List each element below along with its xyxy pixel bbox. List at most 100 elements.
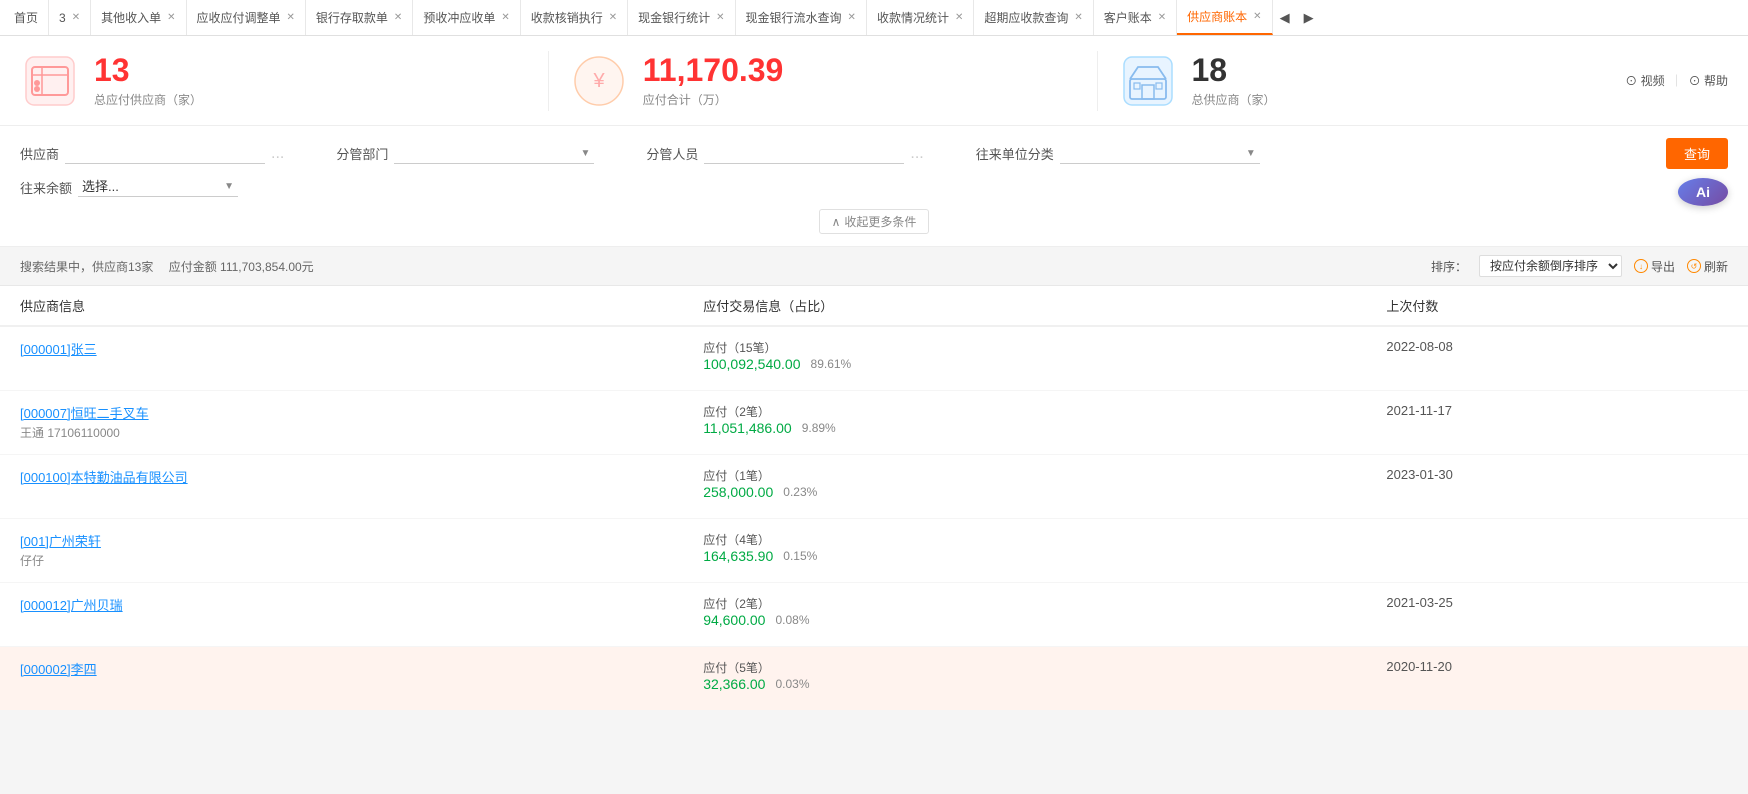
table-row: [000012]广州贝瑞 应付（2笔） 94,600.00 0.08% 2021…	[0, 583, 1748, 647]
nav-tab-bank[interactable]: 银行存取款单 ✕	[306, 0, 413, 35]
nav-tab-cash-flow[interactable]: 现金银行流水查询 ✕	[736, 0, 867, 35]
tx-label-1: 应付（2笔）	[703, 403, 1386, 420]
close-icon[interactable]: ✕	[716, 12, 724, 23]
tx-amount-2[interactable]: 258,000.00	[703, 484, 773, 500]
nav-tab-collection-stat[interactable]: 收款情况统计 ✕	[867, 0, 974, 35]
tx-info-2: 应付（1笔） 258,000.00 0.23%	[703, 467, 1386, 500]
supplier-link-1[interactable]: [000007]恒旺二手叉车	[20, 403, 703, 422]
close-icon[interactable]: ✕	[287, 12, 295, 23]
supplier-dots[interactable]: ...	[271, 145, 284, 163]
ai-badge[interactable]: Ai	[1678, 178, 1728, 206]
col-transaction: 应付交易信息（占比）	[703, 296, 1386, 315]
payable-icon	[20, 51, 80, 111]
nav-tab-prepay[interactable]: 预收冲应收单 ✕	[413, 0, 520, 35]
summary-card-total-suppliers: 18 总供应商（家）	[1118, 51, 1626, 111]
tx-info-1: 应付（2笔） 11,051,486.00 9.89%	[703, 403, 1386, 436]
query-button[interactable]: 查询	[1666, 138, 1728, 169]
refresh-icon: ↺	[1687, 259, 1701, 273]
tx-percent-0: 89.61%	[811, 357, 852, 371]
category-select[interactable]	[1064, 146, 1242, 161]
tx-amount-0[interactable]: 100,092,540.00	[703, 356, 800, 372]
last-pay-2: 2023-01-30	[1386, 467, 1728, 482]
table-row: [000001]张三 应付（15笔） 100,092,540.00 89.61%…	[0, 327, 1748, 391]
nav-tab-other-income[interactable]: 其他收入单 ✕	[91, 0, 186, 35]
tx-percent-2: 0.23%	[783, 485, 817, 499]
divider-1	[548, 51, 549, 111]
filter-row-1: 供应商 ... 分管部门 ▼ 分管人员 ...	[20, 138, 1728, 169]
nav-next-arrow[interactable]: ▶	[1297, 0, 1321, 35]
total-suppliers-count: 18	[1192, 53, 1276, 88]
supplier-input[interactable]	[65, 144, 265, 164]
results-suppliers: 搜索结果中，供应商13家	[20, 260, 153, 274]
dept-chevron-icon: ▼	[580, 148, 590, 159]
nav-tab-adjustment[interactable]: 应收应付调整单 ✕	[187, 0, 306, 35]
nav-tab-cash-bank-stat[interactable]: 现金银行统计 ✕	[628, 0, 735, 35]
table-row: [000002]李四 应付（5笔） 32,366.00 0.03% 2020-1…	[0, 647, 1748, 711]
sort-select[interactable]: 按应付余额倒序排序	[1479, 255, 1622, 277]
tx-info-5: 应付（5笔） 32,366.00 0.03%	[703, 659, 1386, 692]
tx-label-0: 应付（15笔）	[703, 339, 1386, 356]
balance-select[interactable]: 选择...	[82, 179, 220, 194]
help-link[interactable]: ⊙ 帮助	[1689, 72, 1728, 89]
divider-2	[1097, 51, 1098, 111]
tx-amount-4[interactable]: 94,600.00	[703, 612, 765, 628]
close-icon[interactable]: ✕	[1253, 11, 1261, 22]
supplier-link-0[interactable]: [000001]张三	[20, 339, 703, 358]
data-table: 供应商信息 应付交易信息（占比） 上次付数 [000001]张三 应付（15笔）…	[0, 286, 1748, 711]
tx-label-5: 应付（5笔）	[703, 659, 1386, 676]
col-last-pay: 上次付数	[1386, 296, 1728, 315]
tx-percent-3: 0.15%	[783, 549, 817, 563]
top-navigation: 首页 3 ✕ 其他收入单 ✕ 应收应付调整单 ✕ 银行存取款单 ✕ 预收冲应收单…	[0, 0, 1748, 36]
supplier-link-2[interactable]: [000100]本特勤油品有限公司	[20, 467, 703, 486]
last-pay-4: 2021-03-25	[1386, 595, 1728, 610]
nav-tab-customer-ledger[interactable]: 客户账本 ✕	[1094, 0, 1177, 35]
total-suppliers-label: 总供应商（家）	[1192, 91, 1276, 108]
help-links: ⊙ 视频 ｜ ⊙ 帮助	[1625, 72, 1728, 89]
person-dots[interactable]: ...	[910, 145, 923, 163]
nav-tab-overdue[interactable]: 超期应收款查询 ✕	[974, 0, 1093, 35]
close-icon[interactable]: ✕	[167, 12, 175, 23]
close-icon[interactable]: ✕	[955, 12, 963, 23]
tx-amount-3[interactable]: 164,635.90	[703, 548, 773, 564]
tx-amount-5[interactable]: 32,366.00	[703, 676, 765, 692]
supplier-link-4[interactable]: [000012]广州贝瑞	[20, 595, 703, 614]
dept-filter: 分管部门 ▼	[336, 144, 594, 164]
tx-info-3: 应付（4笔） 164,635.90 0.15%	[703, 531, 1386, 564]
nav-tab-collect[interactable]: 收款核销执行 ✕	[521, 0, 628, 35]
export-button[interactable]: ↓ 导出	[1634, 258, 1675, 275]
nav-tab-supplier-ledger[interactable]: 供应商账本 ✕	[1177, 0, 1272, 35]
close-icon[interactable]: ✕	[394, 12, 402, 23]
nav-tab-3[interactable]: 3 ✕	[49, 0, 91, 35]
supplier-info-5: [000002]李四	[20, 659, 703, 680]
category-filter: 往来单位分类 ▼	[976, 144, 1260, 164]
refresh-button[interactable]: ↺ 刷新	[1687, 258, 1728, 275]
tx-amount-1[interactable]: 11,051,486.00	[703, 420, 792, 436]
supplier-info-4: [000012]广州贝瑞	[20, 595, 703, 616]
supplier-link-3[interactable]: [001]广州荣轩	[20, 531, 703, 550]
table-row: [000100]本特勤油品有限公司 应付（1笔） 258,000.00 0.23…	[0, 455, 1748, 519]
close-icon[interactable]: ✕	[72, 12, 80, 23]
export-icon: ↓	[1634, 259, 1648, 273]
supplier-sub-3: 仔仔	[20, 552, 703, 569]
nav-tab-home[interactable]: 首页	[4, 0, 49, 35]
results-amount: 应付金额 111,703,854.00元	[169, 260, 314, 274]
close-icon[interactable]: ✕	[609, 12, 617, 23]
nav-prev-arrow[interactable]: ◀	[1273, 0, 1297, 35]
summary-bar: 13 总应付供应商（家） ¥ 11,170.39 应付合计（万）	[0, 36, 1748, 126]
supplier-info-1: [000007]恒旺二手叉车 王通 17106110000	[20, 403, 703, 441]
collapse-button[interactable]: ∧ 收起更多条件	[819, 209, 930, 234]
collapse-chevron-icon: ∧	[832, 215, 841, 229]
person-input[interactable]	[704, 144, 904, 164]
summary-card-payable-suppliers: 13 总应付供应商（家）	[20, 51, 528, 111]
table-row: [000007]恒旺二手叉车 王通 17106110000 应付（2笔） 11,…	[0, 391, 1748, 455]
supplier-link-5[interactable]: [000002]李四	[20, 659, 703, 678]
close-icon[interactable]: ✕	[501, 12, 509, 23]
dept-select[interactable]	[398, 146, 576, 161]
close-icon[interactable]: ✕	[1074, 12, 1082, 23]
close-icon[interactable]: ✕	[848, 12, 856, 23]
payable-suppliers-label: 总应付供应商（家）	[94, 91, 202, 108]
last-pay-0: 2022-08-08	[1386, 339, 1728, 354]
payable-total-icon: ¥	[569, 51, 629, 111]
close-icon[interactable]: ✕	[1158, 12, 1166, 23]
video-link[interactable]: ⊙ 视频	[1625, 72, 1664, 89]
